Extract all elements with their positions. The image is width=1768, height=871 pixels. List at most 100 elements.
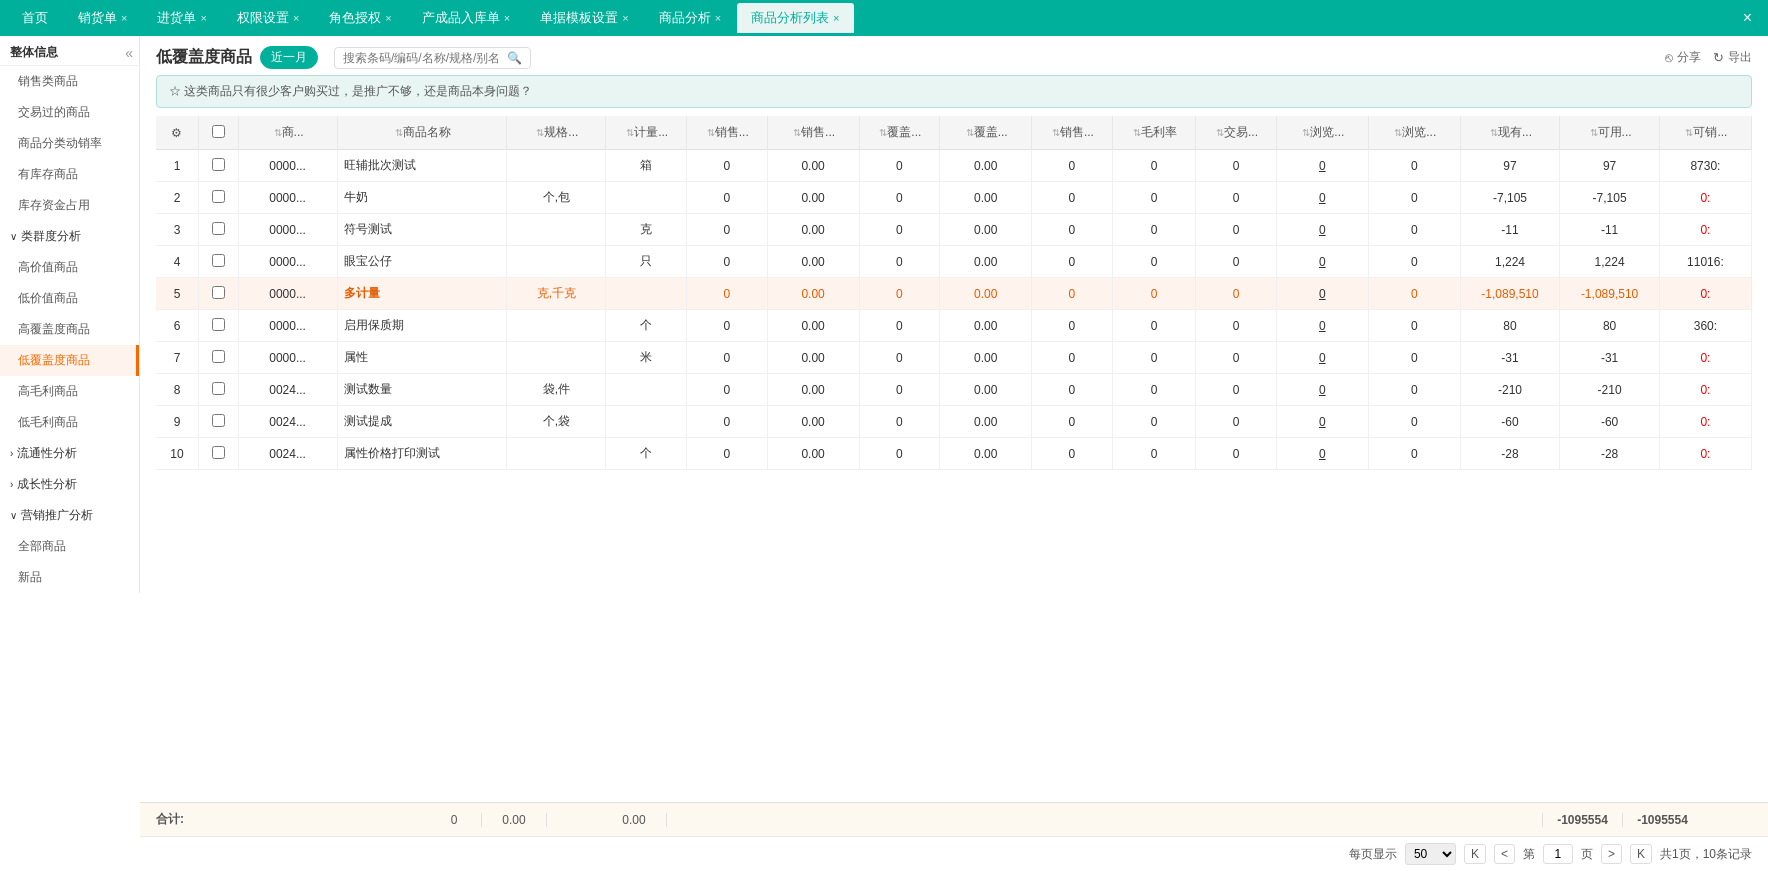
browse1-link[interactable]: 0: [1319, 351, 1326, 365]
sort-icon-browse1[interactable]: ⇅: [1302, 127, 1310, 138]
search-icon[interactable]: 🔍: [507, 51, 522, 65]
page-number-input[interactable]: [1543, 844, 1573, 864]
row-checkbox[interactable]: [212, 254, 225, 267]
nav-item-finished[interactable]: 产成品入库单 ×: [408, 3, 524, 33]
nav-item-home[interactable]: 首页: [8, 3, 62, 33]
nav-close-finished[interactable]: ×: [504, 12, 510, 24]
settings-icon[interactable]: ⚙: [171, 126, 182, 140]
sort-icon-margin[interactable]: ⇅: [1133, 127, 1141, 138]
sidebar-item-low-margin[interactable]: 低毛利商品: [0, 407, 139, 438]
sidebar-item-traded[interactable]: 交易过的商品: [0, 97, 139, 128]
sidebar-item-high-value[interactable]: 高价值商品: [0, 252, 139, 283]
nav-close-analysis-list[interactable]: ×: [833, 12, 839, 24]
sort-icon-sales1[interactable]: ⇅: [707, 127, 715, 138]
sort-icon-name[interactable]: ⇅: [395, 127, 403, 138]
sidebar-item-high-coverage[interactable]: 高覆盖度商品: [0, 314, 139, 345]
row-checkbox[interactable]: [212, 350, 225, 363]
nav-item-templates[interactable]: 单据模板设置 ×: [526, 3, 642, 33]
nav-close-purchase[interactable]: ×: [200, 12, 206, 24]
nav-item-roles[interactable]: 角色授权 ×: [315, 3, 405, 33]
nav-item-analysis[interactable]: 商品分析 ×: [645, 3, 735, 33]
row-checkbox[interactable]: [212, 414, 225, 427]
col-checkbox[interactable]: [198, 116, 238, 150]
sidebar-group-growth[interactable]: › 成长性分析: [0, 469, 139, 500]
cell-check[interactable]: [198, 310, 238, 342]
sidebar-item-low-coverage[interactable]: 低覆盖度商品: [0, 345, 139, 376]
page-size-select[interactable]: 50 20 100: [1405, 843, 1456, 865]
table-row: 7 0000... 属性 米 0 0.00 0 0.00 0 0 0 0 0 -…: [156, 342, 1752, 374]
sidebar-item-low-value[interactable]: 低价值商品: [0, 283, 139, 314]
browse1-link[interactable]: 0: [1319, 447, 1326, 461]
cell-check[interactable]: [198, 182, 238, 214]
row-checkbox[interactable]: [212, 190, 225, 203]
first-page-btn[interactable]: K: [1464, 844, 1486, 864]
browse1-link[interactable]: 0: [1319, 255, 1326, 269]
browse1-link[interactable]: 0: [1319, 383, 1326, 397]
cell-check[interactable]: [198, 278, 238, 310]
sort-icon-trade[interactable]: ⇅: [1216, 127, 1224, 138]
sort-icon-sales2[interactable]: ⇅: [793, 127, 801, 138]
cell-check[interactable]: [198, 374, 238, 406]
prev-page-btn[interactable]: <: [1494, 844, 1515, 864]
browse1-link[interactable]: 0: [1319, 319, 1326, 333]
row-checkbox[interactable]: [212, 222, 225, 235]
sidebar-item-category-rate[interactable]: 商品分类动销率: [0, 128, 139, 159]
sort-icon-id[interactable]: ⇅: [274, 127, 282, 138]
sidebar-group-circulation[interactable]: › 流通性分析: [0, 438, 139, 469]
nav-close-analysis[interactable]: ×: [715, 12, 721, 24]
next-page-btn[interactable]: >: [1601, 844, 1622, 864]
last-page-btn[interactable]: K: [1630, 844, 1652, 864]
cell-spec: [507, 150, 606, 182]
cell-check[interactable]: [198, 342, 238, 374]
row-checkbox[interactable]: [212, 318, 225, 331]
search-input[interactable]: [343, 51, 503, 65]
sort-icon-stock1[interactable]: ⇅: [1490, 127, 1498, 138]
sidebar-group-marketing[interactable]: ∨ 营销推广分析: [0, 500, 139, 531]
sidebar-item-capital[interactable]: 库存资金占用: [0, 190, 139, 221]
row-checkbox[interactable]: [212, 446, 225, 459]
cell-check[interactable]: [198, 406, 238, 438]
nav-item-sales[interactable]: 销货单 ×: [64, 3, 141, 33]
sidebar-item-sales-goods[interactable]: 销售类商品: [0, 66, 139, 97]
nav-item-permissions[interactable]: 权限设置 ×: [223, 3, 313, 33]
browse1-link[interactable]: 0: [1319, 223, 1326, 237]
filter-recent-month[interactable]: 近一月: [260, 46, 318, 69]
nav-close-permissions[interactable]: ×: [293, 12, 299, 24]
nav-label-permissions: 权限设置: [237, 9, 289, 27]
sort-icon-spec[interactable]: ⇅: [536, 127, 544, 138]
export-button[interactable]: ↻ 导出: [1713, 49, 1752, 66]
share-button[interactable]: ⎋ 分享: [1665, 49, 1701, 66]
sort-icon-stock2[interactable]: ⇅: [1590, 127, 1598, 138]
sidebar-item-in-stock[interactable]: 有库存商品: [0, 159, 139, 190]
col-settings[interactable]: ⚙: [156, 116, 198, 150]
sort-icon-unit[interactable]: ⇅: [626, 127, 634, 138]
cell-check[interactable]: [198, 246, 238, 278]
cell-check[interactable]: [198, 214, 238, 246]
close-all-button[interactable]: ×: [1735, 5, 1760, 31]
nav-close-sales[interactable]: ×: [121, 12, 127, 24]
nav-item-analysis-list[interactable]: 商品分析列表 ×: [737, 3, 853, 33]
sort-icon-cover2[interactable]: ⇅: [966, 127, 974, 138]
browse1-link[interactable]: 0: [1319, 415, 1326, 429]
cell-check[interactable]: [198, 438, 238, 470]
row-checkbox[interactable]: [212, 382, 225, 395]
nav-close-roles[interactable]: ×: [385, 12, 391, 24]
browse1-link[interactable]: 0: [1319, 191, 1326, 205]
sort-icon-browse2[interactable]: ⇅: [1394, 127, 1402, 138]
sidebar-item-all-goods[interactable]: 全部商品: [0, 531, 139, 562]
nav-item-purchase[interactable]: 进货单 ×: [143, 3, 220, 33]
cell-check[interactable]: [198, 150, 238, 182]
sort-icon-stock3[interactable]: ⇅: [1685, 127, 1693, 138]
browse1-link[interactable]: 0: [1319, 287, 1326, 301]
row-checkbox[interactable]: [212, 158, 225, 171]
sort-icon-sales3[interactable]: ⇅: [1052, 127, 1060, 138]
select-all-checkbox[interactable]: [212, 125, 225, 138]
sidebar-item-new-goods[interactable]: 新品: [0, 562, 139, 593]
browse1-link[interactable]: 0: [1319, 159, 1326, 173]
sidebar-item-high-margin[interactable]: 高毛利商品: [0, 376, 139, 407]
sidebar-group-cluster[interactable]: ∨ 类群度分析: [0, 221, 139, 252]
row-checkbox[interactable]: [212, 286, 225, 299]
nav-close-templates[interactable]: ×: [622, 12, 628, 24]
sidebar-collapse-btn[interactable]: «: [125, 45, 133, 61]
sort-icon-cover1[interactable]: ⇅: [879, 127, 887, 138]
